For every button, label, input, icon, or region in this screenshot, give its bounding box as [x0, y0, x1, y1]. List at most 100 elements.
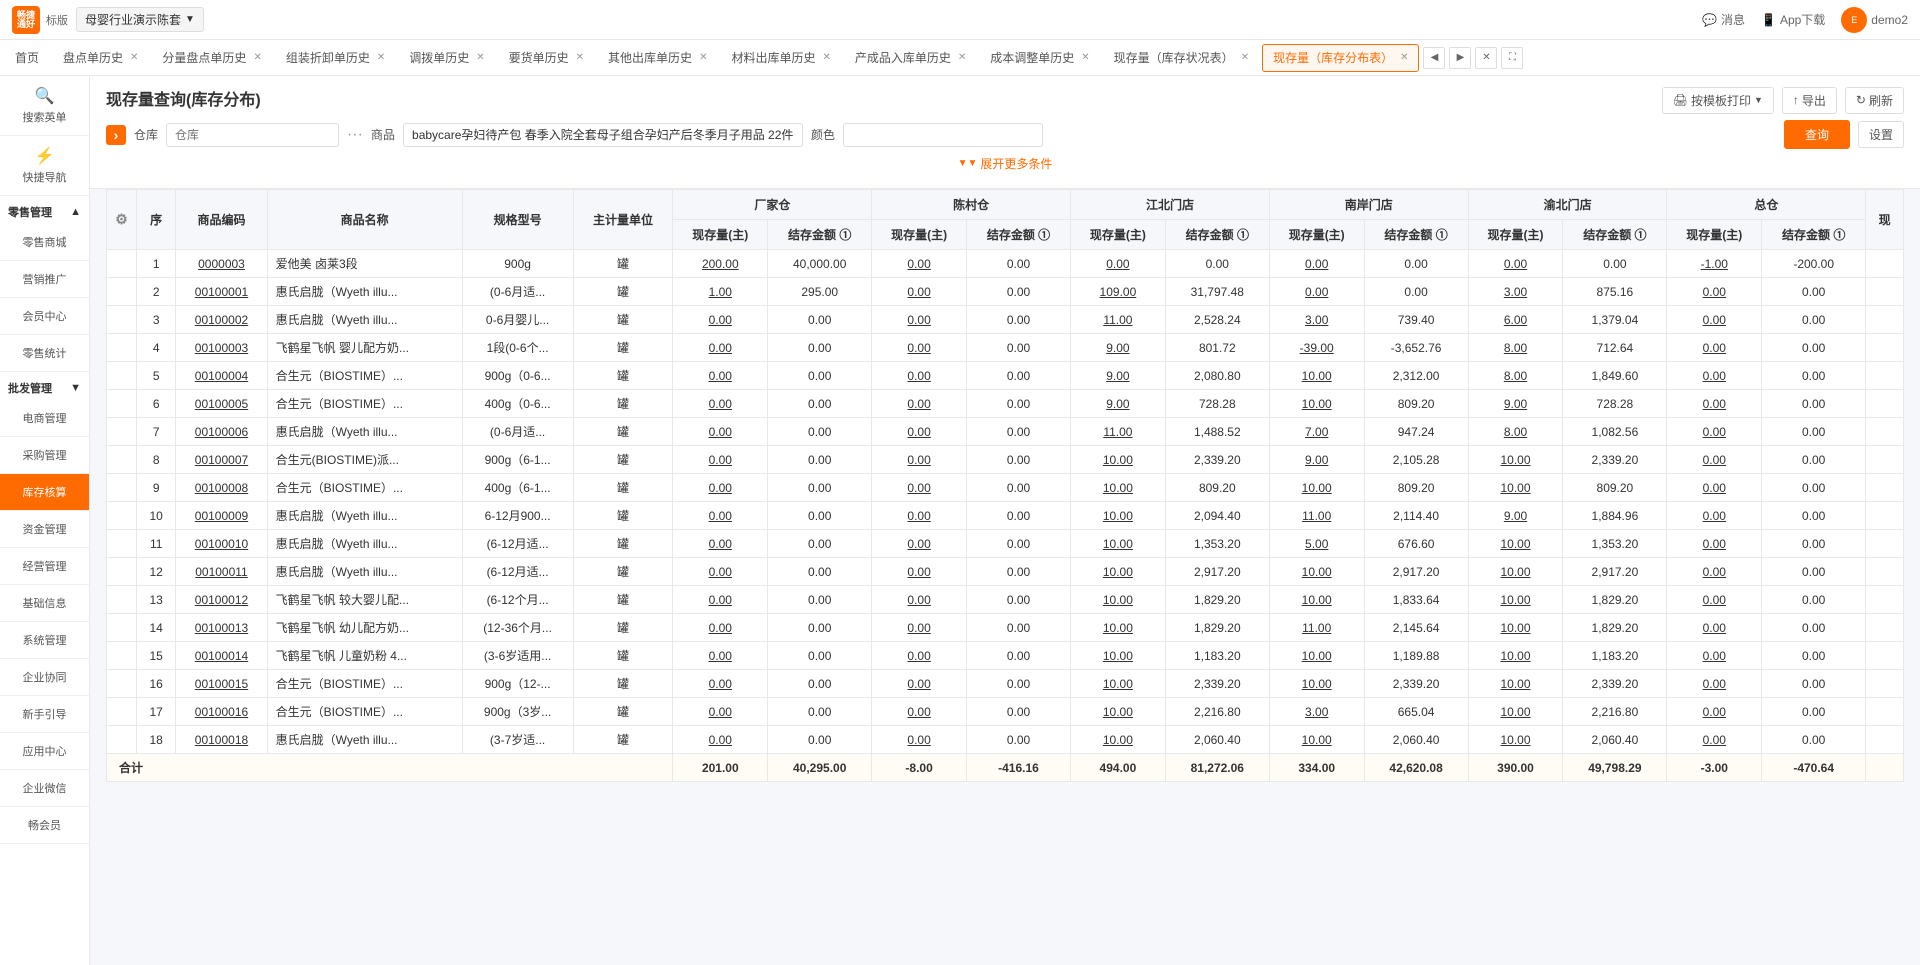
- row-no: 13: [137, 586, 176, 614]
- message-btn[interactable]: 💬 消息: [1702, 11, 1745, 28]
- row-name: 惠氏启胧（Wyeth illu...: [267, 558, 462, 586]
- sidebar-item-ecommerce[interactable]: 电商管理: [0, 400, 89, 437]
- tab-qtchuku[interactable]: 其他出库单历史 ✕: [597, 44, 718, 72]
- sidebar-item-inventory[interactable]: 库存核算: [0, 474, 89, 511]
- row-f-amount: 0.00: [768, 334, 872, 362]
- store-selector-label: 母婴行业演示陈套: [85, 11, 181, 28]
- sidebar-item-retailstat[interactable]: 零售统计: [0, 335, 89, 372]
- print-btn[interactable]: 🖨 按模板打印 ▼: [1662, 87, 1774, 114]
- row-jb-amount: 728.28: [1165, 390, 1269, 418]
- row-no: 3: [137, 306, 176, 334]
- row-name: 惠氏启胧（Wyeth illu...: [267, 278, 462, 306]
- tab-maximize-btn[interactable]: ⛶: [1501, 47, 1523, 69]
- close-icon[interactable]: ✕: [1241, 52, 1249, 63]
- sidebar-item-purchase[interactable]: 采购管理: [0, 437, 89, 474]
- sidebar-item-retailstore-label: 零售商城: [4, 234, 85, 250]
- row-more: [1866, 250, 1904, 278]
- row-settings: [107, 698, 137, 726]
- tab-home[interactable]: 首页: [4, 44, 50, 72]
- sidebar-item-fan[interactable]: 畅会员: [0, 807, 89, 844]
- tab-chengben[interactable]: 成本调整单历史 ✕: [979, 44, 1100, 72]
- sidebar-item-finance[interactable]: 资金管理: [0, 511, 89, 548]
- table-row: 8 00100007 合生元(BIOSTIME)派... 900g（6-1...…: [107, 446, 1904, 474]
- sidebar-item-operations-label: 经营管理: [4, 558, 85, 574]
- tab-pandian[interactable]: 盘点单历史 ✕: [52, 44, 149, 72]
- tab-close-all-btn[interactable]: ✕: [1475, 47, 1497, 69]
- table-row: 2 00100001 惠氏启胧（Wyeth illu... (0-6月适... …: [107, 278, 1904, 306]
- close-icon[interactable]: ✕: [377, 52, 385, 63]
- sidebar-item-apps[interactable]: 应用中心: [0, 733, 89, 770]
- close-icon[interactable]: ✕: [476, 52, 484, 63]
- store-selector[interactable]: 母婴行业演示陈套 ▼: [76, 7, 204, 32]
- row-no: 18: [137, 726, 176, 754]
- row-jb-amount: 0.00: [1165, 250, 1269, 278]
- sidebar-item-corp[interactable]: 企业协同: [0, 659, 89, 696]
- sidebar-item-guide[interactable]: 新手引导: [0, 696, 89, 733]
- tab-diaobo[interactable]: 调拨单历史 ✕: [398, 44, 495, 72]
- sidebar-item-basic[interactable]: 基础信息: [0, 585, 89, 622]
- tab-xianzai2[interactable]: 现存量（库存分布表）✕: [1262, 44, 1419, 72]
- sidebar-item-wechat[interactable]: 企业微信: [0, 770, 89, 807]
- row-jb-amount: 2,080.80: [1165, 362, 1269, 390]
- refresh-btn[interactable]: ↻ 刷新: [1845, 87, 1904, 114]
- close-icon[interactable]: ✕: [822, 52, 830, 63]
- row-name: 合生元（BIOSTIME）...: [267, 698, 462, 726]
- th-factory-stock: 现存量(主): [673, 220, 768, 250]
- row-jb-stock: 10.00: [1071, 558, 1166, 586]
- close-icon[interactable]: ✕: [130, 52, 138, 63]
- tab-yaohuo[interactable]: 要货单历史 ✕: [498, 44, 595, 72]
- tab-zuhe[interactable]: 组装折卸单历史 ✕: [275, 44, 396, 72]
- search-btn[interactable]: 查询: [1784, 120, 1850, 149]
- sidebar-group-wholesale[interactable]: 批发管理 ▼: [0, 372, 89, 400]
- summary-ng-stock: 334.00: [1269, 754, 1364, 782]
- sidebar-item-operations[interactable]: 经营管理: [0, 548, 89, 585]
- row-c-amount: 0.00: [966, 418, 1070, 446]
- row-no: 16: [137, 670, 176, 698]
- export-btn[interactable]: ↑ 导出: [1782, 87, 1837, 114]
- sidebar-item-marketing[interactable]: 营销推广: [0, 261, 89, 298]
- close-icon[interactable]: ✕: [1400, 52, 1408, 63]
- table-row: 13 00100012 飞鹤星飞帆 较大婴儿配... (6-12个月... 罐 …: [107, 586, 1904, 614]
- close-icon[interactable]: ✕: [699, 52, 707, 63]
- sidebar-item-search[interactable]: 🔍 搜索英单: [0, 76, 89, 136]
- color-input[interactable]: [843, 123, 1043, 147]
- goods-input[interactable]: [403, 123, 803, 147]
- settings-btn[interactable]: 设置: [1858, 121, 1904, 148]
- column-settings-icon[interactable]: ⚙: [115, 211, 128, 227]
- row-c-amount: 0.00: [966, 586, 1070, 614]
- close-icon[interactable]: ✕: [958, 52, 966, 63]
- close-icon[interactable]: ✕: [253, 52, 261, 63]
- sidebar-item-quicknav[interactable]: ⚡ 快捷导航: [0, 136, 89, 196]
- sidebar-item-member[interactable]: 会员中心: [0, 298, 89, 335]
- close-icon[interactable]: ✕: [1081, 52, 1089, 63]
- tab-prev-btn[interactable]: ◀: [1423, 47, 1445, 69]
- tab-chanpin[interactable]: 产成品入库单历史 ✕: [844, 44, 977, 72]
- sidebar-item-system[interactable]: 系统管理: [0, 622, 89, 659]
- row-no: 14: [137, 614, 176, 642]
- row-spec: 400g（0-6...: [462, 390, 573, 418]
- app-download-btn[interactable]: 📱 App下载: [1761, 11, 1825, 28]
- row-c-stock: 0.00: [872, 558, 967, 586]
- row-jb2-amount: 2,339.20: [1563, 670, 1667, 698]
- toggle-icon[interactable]: ›: [106, 125, 126, 145]
- close-icon[interactable]: ✕: [576, 52, 584, 63]
- tab-cailiao[interactable]: 材料出库单历史 ✕: [720, 44, 841, 72]
- row-jb2-stock: 8.00: [1468, 334, 1563, 362]
- row-spec: (6-12月适...: [462, 558, 573, 586]
- row-t-stock: 0.00: [1667, 362, 1762, 390]
- tab-fenpandian[interactable]: 分量盘点单历史 ✕: [151, 44, 272, 72]
- row-jb2-amount: 875.16: [1563, 278, 1667, 306]
- row-t-amount: 0.00: [1762, 586, 1866, 614]
- chevron-up-icon: ▲: [70, 206, 81, 218]
- row-more: [1866, 586, 1904, 614]
- user-menu[interactable]: E demo2: [1841, 7, 1908, 33]
- tab-xianzai1[interactable]: 现存量（库存状况表）✕: [1103, 44, 1260, 72]
- tab-next-btn[interactable]: ▶: [1449, 47, 1471, 69]
- expand-btn[interactable]: ▼▼ 展开更多条件: [958, 155, 1053, 172]
- sidebar-item-retailstore[interactable]: 零售商城: [0, 224, 89, 261]
- warehouse-input[interactable]: [166, 123, 339, 147]
- goods-label: 商品: [371, 126, 395, 143]
- sidebar-group-retail[interactable]: 零售管理 ▲: [0, 196, 89, 224]
- row-more: [1866, 642, 1904, 670]
- row-t-stock: 0.00: [1667, 418, 1762, 446]
